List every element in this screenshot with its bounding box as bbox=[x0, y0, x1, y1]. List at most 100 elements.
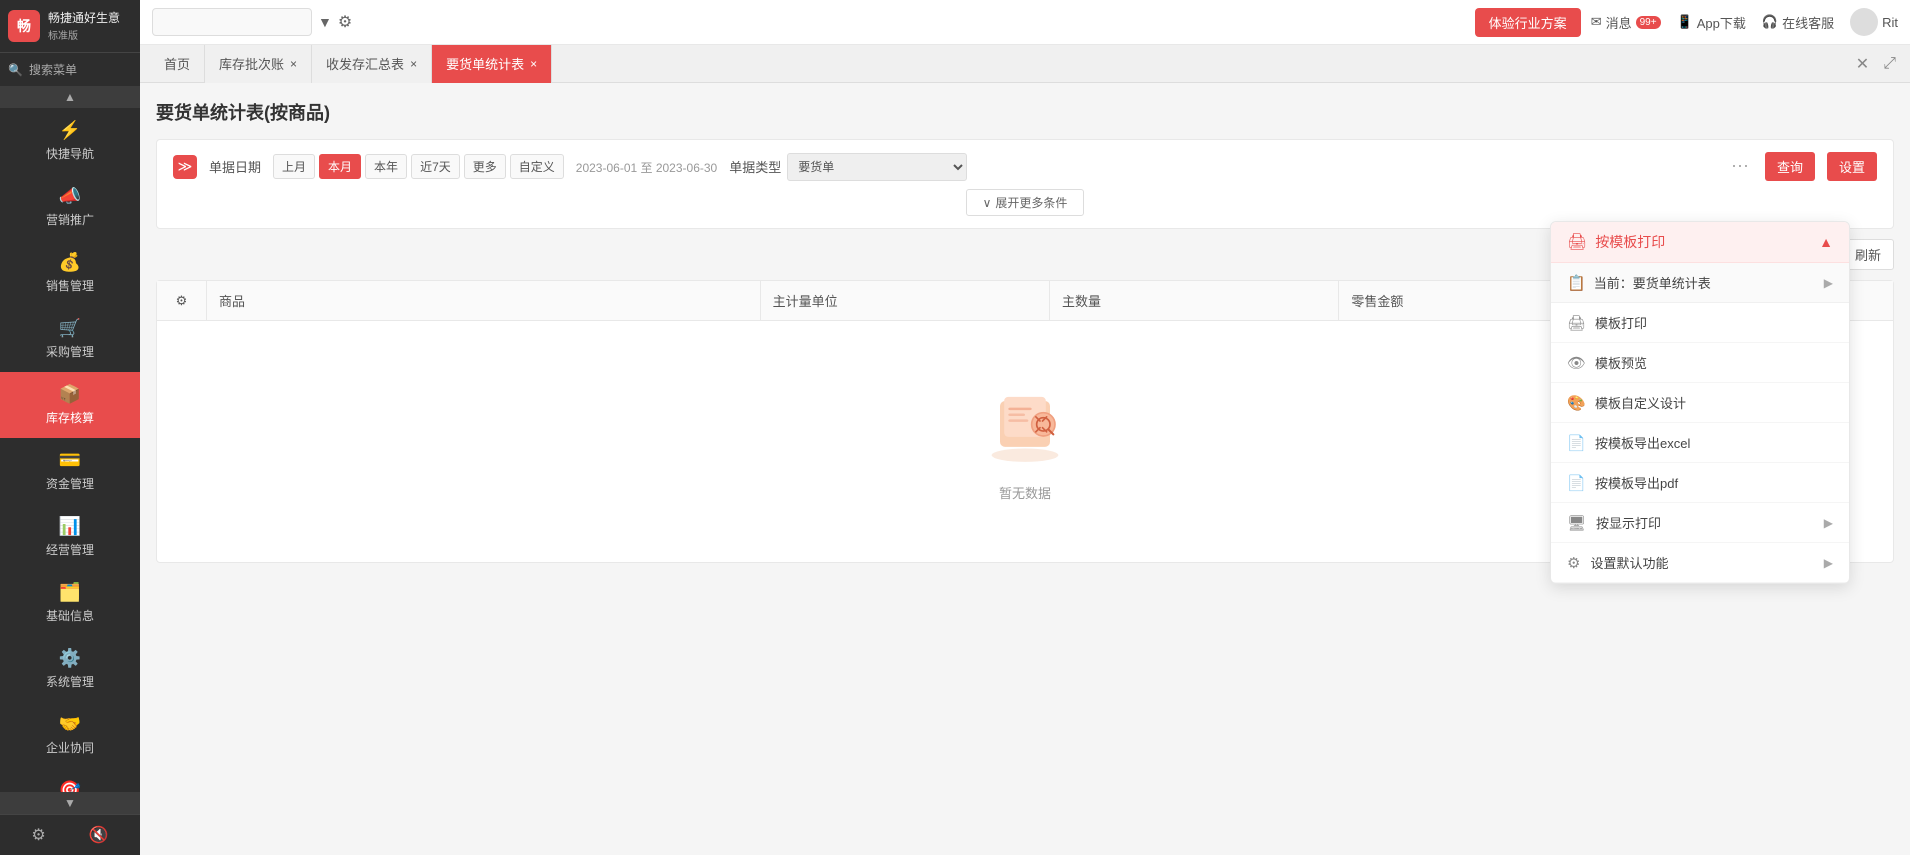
dropdown-item-template-preview[interactable]: 👁 模板预览 bbox=[1551, 343, 1849, 383]
topbar-search-area: ▼ ⚙ bbox=[152, 8, 1465, 36]
date-range-text: 2023-06-01 至 2023-06-30 bbox=[576, 159, 717, 176]
sidebar-label-inventory: 库存核算 bbox=[46, 409, 94, 426]
dropdown-item-template-custom[interactable]: 🎨 模板自定义设计 bbox=[1551, 383, 1849, 423]
sidebar-search[interactable]: 🔍 搜索菜单 bbox=[0, 53, 140, 86]
dropdown-section-default-func[interactable]: ⚙ 设置默认功能 ▶ bbox=[1551, 543, 1849, 583]
sidebar-logo: 畅 畅捷通好生意 标准版 bbox=[0, 0, 140, 53]
tab-inventory-batch-label: 库存批次账 bbox=[219, 54, 284, 73]
sidebar-item-newbie[interactable]: 🎯 新手引导 bbox=[0, 768, 140, 792]
date-range-display: 2023-06-01 至 2023-06-30 bbox=[576, 157, 717, 176]
sidebar-item-operation[interactable]: 📊 经营管理 bbox=[0, 504, 140, 570]
window-expand-btn[interactable]: ⤢ bbox=[1879, 51, 1900, 77]
user-item[interactable]: Rit bbox=[1850, 8, 1898, 36]
sidebar-item-finance[interactable]: 💳 资金管理 bbox=[0, 438, 140, 504]
trial-button[interactable]: 体验行业方案 bbox=[1475, 8, 1581, 37]
refresh-label: 刷新 bbox=[1855, 245, 1881, 264]
dropdown-section-display-print[interactable]: 🖥 按显示打印 ▶ bbox=[1551, 503, 1849, 543]
app-download-label: App下载 bbox=[1697, 13, 1746, 32]
expand-more-label: 展开更多条件 bbox=[995, 194, 1067, 211]
expand-more-row: ∨ 展开更多条件 bbox=[173, 189, 1877, 216]
tab-requisition-stats[interactable]: 要货单统计表 × bbox=[432, 45, 552, 83]
filter-expand-btn[interactable]: ≫ bbox=[173, 155, 197, 179]
query-button[interactable]: 查询 bbox=[1765, 152, 1815, 181]
topbar-search-input[interactable] bbox=[152, 8, 312, 36]
sidebar-label-operation: 经营管理 bbox=[46, 541, 94, 558]
message-item[interactable]: ✉ 消息 99+ bbox=[1591, 13, 1661, 32]
online-service-item[interactable]: 🎧 在线客服 bbox=[1762, 13, 1834, 32]
quick-nav-icon: ⚡ bbox=[59, 120, 81, 141]
window-close-btn[interactable]: ✕ bbox=[1852, 50, 1873, 78]
template-custom-label: 模板自定义设计 bbox=[1595, 393, 1686, 412]
tab-home[interactable]: 首页 bbox=[150, 45, 205, 83]
sidebar-item-inventory[interactable]: 📦 库存核算 bbox=[0, 372, 140, 438]
sidebar-item-purchase[interactable]: 🛒 采购管理 bbox=[0, 306, 140, 372]
print-dropdown-menu: 🖨 按模板打印 ▲ 📋 当前：要货单统计表 ▶ 🖨 模板打印 👁 模板预览 bbox=[1550, 221, 1850, 584]
date-btn-this-year[interactable]: 本年 bbox=[365, 154, 407, 179]
basic-icon: 🗂️ bbox=[59, 582, 81, 603]
th-qty: 主数量 bbox=[1050, 281, 1339, 320]
user-avatar bbox=[1850, 8, 1878, 36]
tab-receipt-summary-label: 收发存汇总表 bbox=[326, 54, 404, 73]
app-version: 标准版 bbox=[48, 27, 120, 42]
dropdown-doc-icon: 📋 bbox=[1567, 274, 1586, 292]
dropdown-item-template-print[interactable]: 🖨 模板打印 bbox=[1551, 303, 1849, 343]
dropdown-current-chevron: ▶ bbox=[1824, 276, 1833, 290]
operation-icon: 📊 bbox=[59, 516, 81, 537]
sidebar-item-quick-nav[interactable]: ⚡ 快捷导航 bbox=[0, 108, 140, 174]
sidebar-label-quick-nav: 快捷导航 bbox=[46, 145, 94, 162]
filter-section: ≫ 单据日期 上月 本月 本年 近7天 更多 自定义 2023-06-01 至 … bbox=[156, 139, 1894, 229]
date-btn-7days[interactable]: 近7天 bbox=[411, 154, 460, 179]
dropdown-item-template-pdf[interactable]: 📄 按模板导出pdf bbox=[1551, 463, 1849, 503]
type-select[interactable]: 要货单 bbox=[787, 153, 967, 181]
dropdown-current-label[interactable]: 📋 当前：要货单统计表 ▶ bbox=[1551, 263, 1849, 303]
sidebar: 畅 畅捷通好生意 标准版 🔍 搜索菜单 ▲ ⚡ 快捷导航 📣 营销推广 💰 销售… bbox=[0, 0, 140, 855]
page-title: 要货单统计表(按商品) bbox=[156, 99, 1894, 125]
sidebar-scroll-up[interactable]: ▲ bbox=[0, 86, 140, 108]
finance-icon: 💳 bbox=[59, 450, 81, 471]
sidebar-nav: ⚡ 快捷导航 📣 营销推广 💰 销售管理 🛒 采购管理 📦 库存核算 💳 资金管… bbox=[0, 108, 140, 792]
app-download-item[interactable]: 📱 App下载 bbox=[1677, 13, 1746, 32]
default-func-label: 设置默认功能 bbox=[1590, 553, 1668, 572]
date-btn-last-month[interactable]: 上月 bbox=[273, 154, 315, 179]
template-excel-icon: 📄 bbox=[1567, 434, 1585, 452]
app-download-icon: 📱 bbox=[1677, 14, 1693, 30]
dropdown-collapse-icon[interactable]: ▲ bbox=[1819, 234, 1833, 250]
date-btn-custom[interactable]: 自定义 bbox=[510, 154, 564, 179]
settings-button[interactable]: 设置 bbox=[1827, 152, 1877, 181]
mute-bottom-icon[interactable]: 🔇 bbox=[89, 825, 109, 845]
sidebar-item-corp[interactable]: 🤝 企业协同 bbox=[0, 702, 140, 768]
tab-inventory-batch-close[interactable]: × bbox=[290, 57, 297, 71]
dropdown-item-template-excel[interactable]: 📄 按模板导出excel bbox=[1551, 423, 1849, 463]
sidebar-item-sales[interactable]: 💰 销售管理 bbox=[0, 240, 140, 306]
expand-more-btn[interactable]: ∨ 展开更多条件 bbox=[966, 189, 1085, 216]
dropdown-header: 🖨 按模板打印 ▲ bbox=[1551, 222, 1849, 263]
template-custom-icon: 🎨 bbox=[1567, 394, 1585, 412]
th-settings[interactable]: ⚙ bbox=[157, 281, 207, 320]
date-btn-this-month[interactable]: 本月 bbox=[319, 154, 361, 179]
settings-bottom-icon[interactable]: ⚙ bbox=[31, 825, 45, 845]
th-unit: 主计量单位 bbox=[761, 281, 1050, 320]
topbar-dropdown-icon[interactable]: ▼ bbox=[318, 14, 332, 30]
type-filter: 单据类型 要货单 bbox=[729, 153, 967, 181]
tab-receipt-summary[interactable]: 收发存汇总表 × bbox=[312, 45, 432, 83]
newbie-icon: 🎯 bbox=[59, 780, 81, 792]
template-pdf-icon: 📄 bbox=[1567, 474, 1585, 492]
tab-receipt-summary-close[interactable]: × bbox=[410, 57, 417, 71]
sidebar-item-marketing[interactable]: 📣 营销推广 bbox=[0, 174, 140, 240]
tab-inventory-batch[interactable]: 库存批次账 × bbox=[205, 45, 312, 83]
tab-requisition-stats-label: 要货单统计表 bbox=[446, 54, 524, 73]
display-print-label: 按显示打印 bbox=[1596, 513, 1661, 532]
default-func-icon: ⚙ bbox=[1567, 554, 1580, 572]
system-icon: ⚙️ bbox=[59, 648, 81, 669]
filter-more-icon[interactable]: ⋯ bbox=[1731, 156, 1749, 177]
template-print-label: 模板打印 bbox=[1595, 313, 1647, 332]
tab-requisition-stats-close[interactable]: × bbox=[530, 57, 537, 71]
sidebar-item-basic[interactable]: 🗂️ 基础信息 bbox=[0, 570, 140, 636]
search-icon: 🔍 bbox=[8, 63, 23, 77]
topbar-gear-icon[interactable]: ⚙ bbox=[338, 12, 352, 32]
filter-row: ≫ 单据日期 上月 本月 本年 近7天 更多 自定义 2023-06-01 至 … bbox=[173, 152, 1877, 181]
main-content: ▼ ⚙ 体验行业方案 ✉ 消息 99+ 📱 App下载 🎧 在线客服 Rit bbox=[140, 0, 1910, 855]
date-btn-more[interactable]: 更多 bbox=[464, 154, 506, 179]
sidebar-scroll-down[interactable]: ▼ bbox=[0, 792, 140, 814]
sidebar-item-system[interactable]: ⚙️ 系统管理 bbox=[0, 636, 140, 702]
